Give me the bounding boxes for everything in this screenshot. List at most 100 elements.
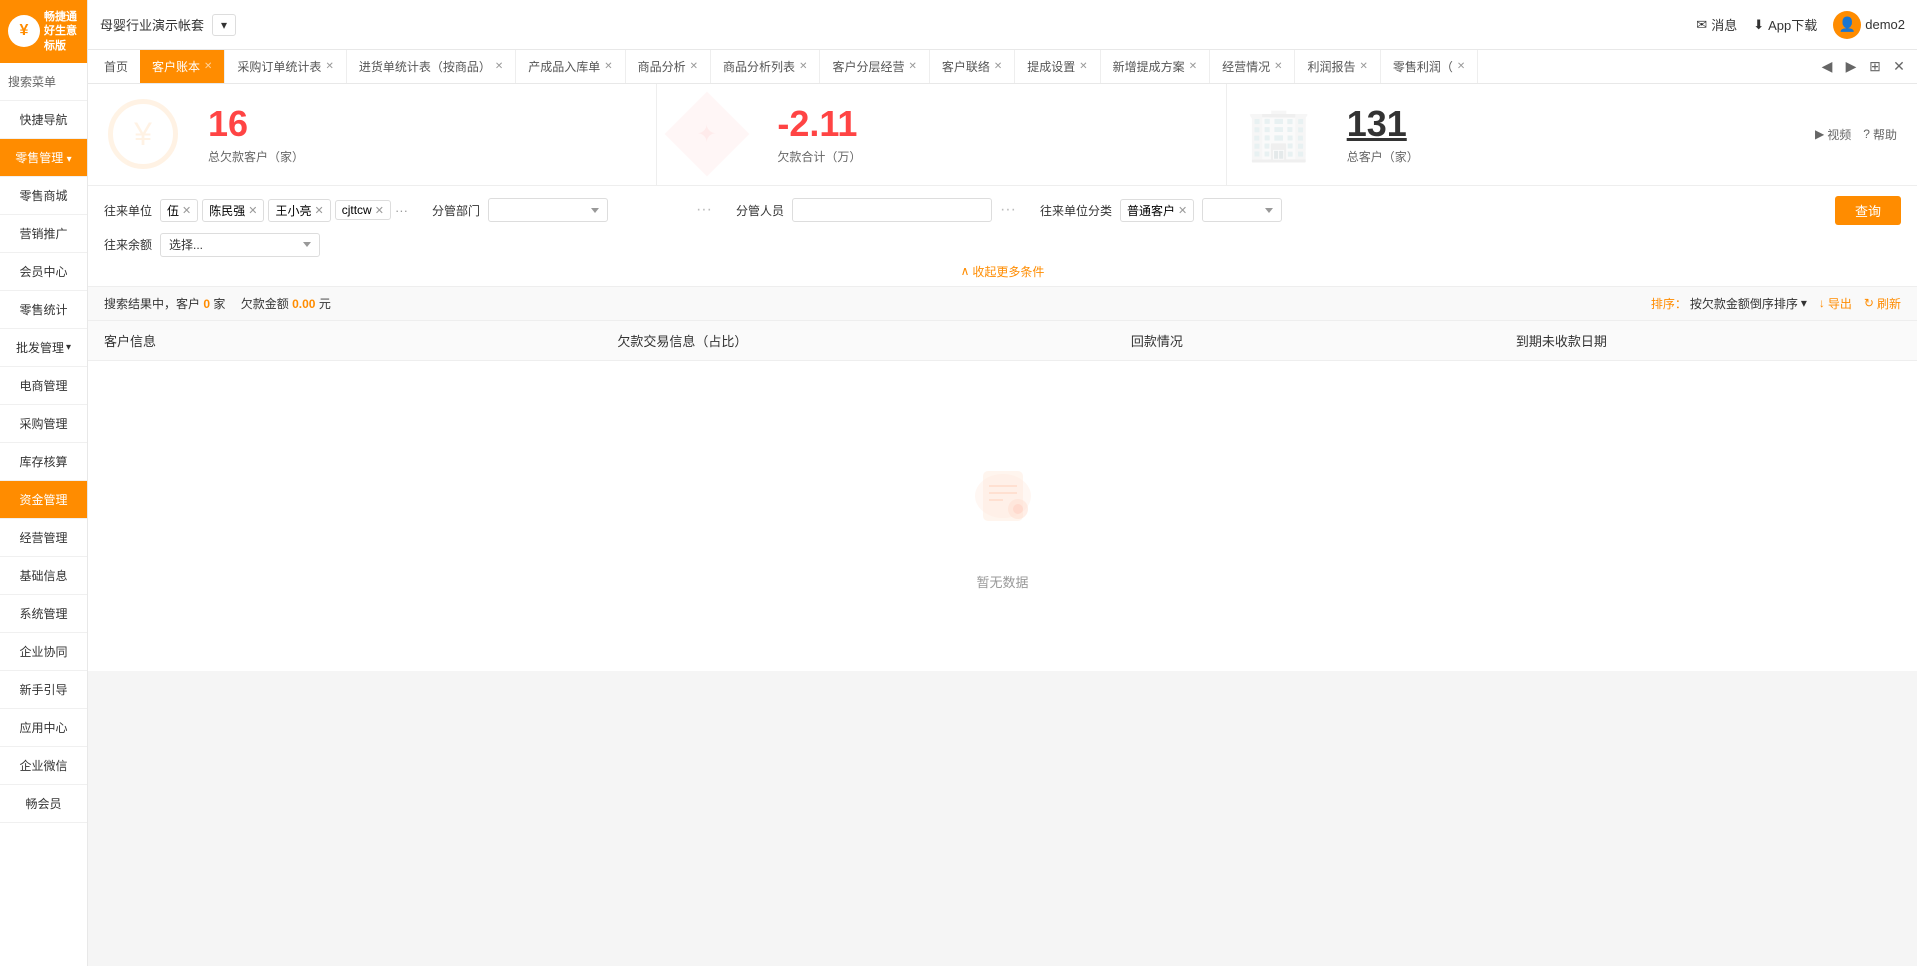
sidebar-item-label: 批发管理	[16, 339, 64, 356]
chevron-down-icon: ▾	[66, 342, 71, 353]
sidebar-item-quicknav[interactable]: 快捷导航	[0, 101, 87, 139]
tag-chen[interactable]: 陈民强 ✕	[202, 199, 264, 222]
person-filter-input[interactable]	[792, 198, 992, 222]
tag-remove-icon[interactable]: ✕	[1178, 204, 1187, 217]
table-col-credit: 欠款交易信息（占比）	[617, 331, 1130, 350]
tab-scroll-right[interactable]: ▶	[1841, 57, 1861, 77]
video-help-btn[interactable]: ▶ 视频	[1815, 126, 1851, 143]
filter-collapse-row: ∧ 收起更多条件	[88, 257, 1917, 287]
tag-remove-icon[interactable]: ✕	[315, 204, 324, 217]
sidebar-item-enterprise[interactable]: 企业协同	[0, 633, 87, 671]
tab-close-icon[interactable]: ✕	[325, 61, 333, 72]
tab-close-all-icon[interactable]: ✕	[1889, 57, 1909, 77]
tag-remove-icon[interactable]: ✕	[182, 204, 191, 217]
stat-credit-amount: ✦ -2.11 欠款合计（万）	[657, 84, 1226, 185]
balance-filter-select[interactable]: 选择...	[160, 233, 320, 257]
unit-type-filter-select[interactable]	[1202, 198, 1282, 222]
tag-wang[interactable]: 王小亮 ✕	[268, 199, 330, 222]
sidebar-item-label: 零售管理	[15, 151, 63, 165]
tab-product-analysis-list[interactable]: 商品分析列表 ✕	[711, 50, 820, 83]
user-profile[interactable]: 👤 demo2	[1833, 11, 1905, 39]
sidebar-item-retail-mgmt[interactable]: 零售管理 ▾	[0, 139, 87, 177]
tab-scroll-left[interactable]: ◀	[1817, 57, 1837, 77]
tab-close-icon[interactable]: ✕	[994, 61, 1002, 72]
query-button[interactable]: 查询	[1835, 196, 1901, 225]
tag-normal-customer[interactable]: 普通客户 ✕	[1120, 199, 1194, 222]
sidebar-item-member2[interactable]: 畅会员	[0, 785, 87, 823]
tab-expand-icon[interactable]: ⊞	[1865, 57, 1885, 77]
tag-cjttcw[interactable]: cjttcw ✕	[335, 200, 391, 220]
table-col-due-date: 到期未收款日期	[1516, 331, 1901, 350]
app-download-btn[interactable]: ⬇ App下载	[1753, 15, 1817, 34]
tab-operations-status[interactable]: 经营情况 ✕	[1210, 50, 1295, 83]
sidebar-item-basic-info[interactable]: 基础信息	[0, 557, 87, 595]
filter-row-1: 往来单位 伍 ✕ 陈民强 ✕ 王小亮 ✕ cjttcw	[104, 196, 1901, 225]
tab-customer-contact[interactable]: 客户联络 ✕	[930, 50, 1015, 83]
topbar: 母婴行业演示帐套 ▾ ✉ 消息 ⬇ App下载 👤 demo2	[88, 0, 1917, 50]
tab-close-icon[interactable]: ✕	[204, 61, 212, 72]
stats-bar: ¥ 16 总欠款客户（家） ✦ -	[88, 84, 1917, 186]
tab-retail-profit[interactable]: 零售利润（ ✕	[1381, 50, 1478, 83]
stat-total-customers-label: 总客户（家）	[1347, 148, 1419, 165]
tab-close-icon[interactable]: ✕	[1360, 61, 1368, 72]
balance-filter-label: 往来余额	[104, 236, 152, 253]
help-btn[interactable]: ? 帮助	[1863, 126, 1897, 143]
person-more-icon[interactable]: ···	[1000, 201, 1016, 219]
empty-state-text: 暂无数据	[976, 572, 1028, 591]
main-area: 母婴行业演示帐套 ▾ ✉ 消息 ⬇ App下载 👤 demo2 首页 客户账	[88, 0, 1917, 966]
tab-close-icon[interactable]: ✕	[690, 61, 698, 72]
refresh-btn[interactable]: ↻ 刷新	[1864, 295, 1901, 312]
tab-close-icon[interactable]: ✕	[1274, 61, 1282, 72]
empty-illustration	[953, 441, 1053, 541]
dept-filter-select[interactable]	[488, 198, 608, 222]
sidebar-item-inventory[interactable]: 库存核算	[0, 443, 87, 481]
tab-purchase-order[interactable]: 采购订单统计表 ✕	[225, 50, 346, 83]
filter-more-icon[interactable]: ···	[395, 203, 408, 218]
tab-close-icon[interactable]: ✕	[1457, 61, 1465, 72]
tab-profit-report[interactable]: 利润报告 ✕	[1295, 50, 1380, 83]
tab-stock-stats[interactable]: 进货单统计表（按商品） ✕	[347, 50, 516, 83]
account-dropdown[interactable]: ▾	[212, 14, 236, 36]
sidebar-item-system[interactable]: 系统管理	[0, 595, 87, 633]
tag-wu[interactable]: 伍 ✕	[160, 199, 198, 222]
tag-remove-icon[interactable]: ✕	[375, 204, 384, 217]
tab-close-icon[interactable]: ✕	[1189, 61, 1197, 72]
sidebar-item-retail-stats[interactable]: 零售统计	[0, 291, 87, 329]
sidebar-item-retail-mall[interactable]: 零售商城	[0, 177, 87, 215]
sidebar-item-finance[interactable]: 资金管理	[0, 481, 87, 519]
tab-customer-book[interactable]: 客户账本 ✕	[140, 50, 225, 83]
tab-promotion-settings[interactable]: 提成设置 ✕	[1015, 50, 1100, 83]
collapse-btn[interactable]: ∧ 收起更多条件	[961, 263, 1045, 280]
tab-product-analysis[interactable]: 商品分析 ✕	[626, 50, 711, 83]
sidebar-item-ecommerce[interactable]: 电商管理	[0, 367, 87, 405]
sidebar-item-wechat[interactable]: 企业微信	[0, 747, 87, 785]
sidebar-item-purchase[interactable]: 采购管理	[0, 405, 87, 443]
tab-new-promotion[interactable]: 新增提成方案 ✕	[1101, 50, 1210, 83]
sidebar-search[interactable]: 搜索菜单	[0, 63, 87, 101]
sidebar-item-batch-mgmt[interactable]: 批发管理 ▾	[0, 329, 87, 367]
stat-total-customers: 🏢 131 总客户（家）	[1227, 84, 1795, 185]
sidebar-item-app-center[interactable]: 应用中心	[0, 709, 87, 747]
tab-close-icon[interactable]: ✕	[1079, 61, 1087, 72]
sidebar-item-newbie[interactable]: 新手引导	[0, 671, 87, 709]
tab-close-icon[interactable]: ✕	[604, 61, 612, 72]
export-btn[interactable]: ↓ 导出	[1819, 295, 1852, 312]
sidebar-item-member[interactable]: 会员中心	[0, 253, 87, 291]
export-icon: ↓	[1819, 296, 1825, 310]
sidebar-item-marketing[interactable]: 营销推广	[0, 215, 87, 253]
unit-type-filter-tags: 普通客户 ✕	[1120, 199, 1194, 222]
stat-credit-amount-label: 欠款合计（万）	[777, 148, 861, 165]
sidebar-item-operations[interactable]: 经营管理	[0, 519, 87, 557]
table-col-customer: 客户信息	[104, 331, 617, 350]
tab-customer-segment[interactable]: 客户分层经营 ✕	[820, 50, 929, 83]
tab-close-icon[interactable]: ✕	[908, 61, 916, 72]
tab-home[interactable]: 首页	[92, 50, 140, 83]
dept-more-icon[interactable]: ···	[696, 201, 712, 219]
tab-close-icon[interactable]: ✕	[495, 61, 503, 72]
stat-credit-amount-value: -2.11	[777, 104, 861, 144]
page-content: ¥ 16 总欠款客户（家） ✦ -	[88, 84, 1917, 966]
tab-product-in[interactable]: 产成品入库单 ✕	[516, 50, 625, 83]
tag-remove-icon[interactable]: ✕	[248, 204, 257, 217]
tab-close-icon[interactable]: ✕	[799, 61, 807, 72]
messages-btn[interactable]: ✉ 消息	[1696, 15, 1737, 34]
